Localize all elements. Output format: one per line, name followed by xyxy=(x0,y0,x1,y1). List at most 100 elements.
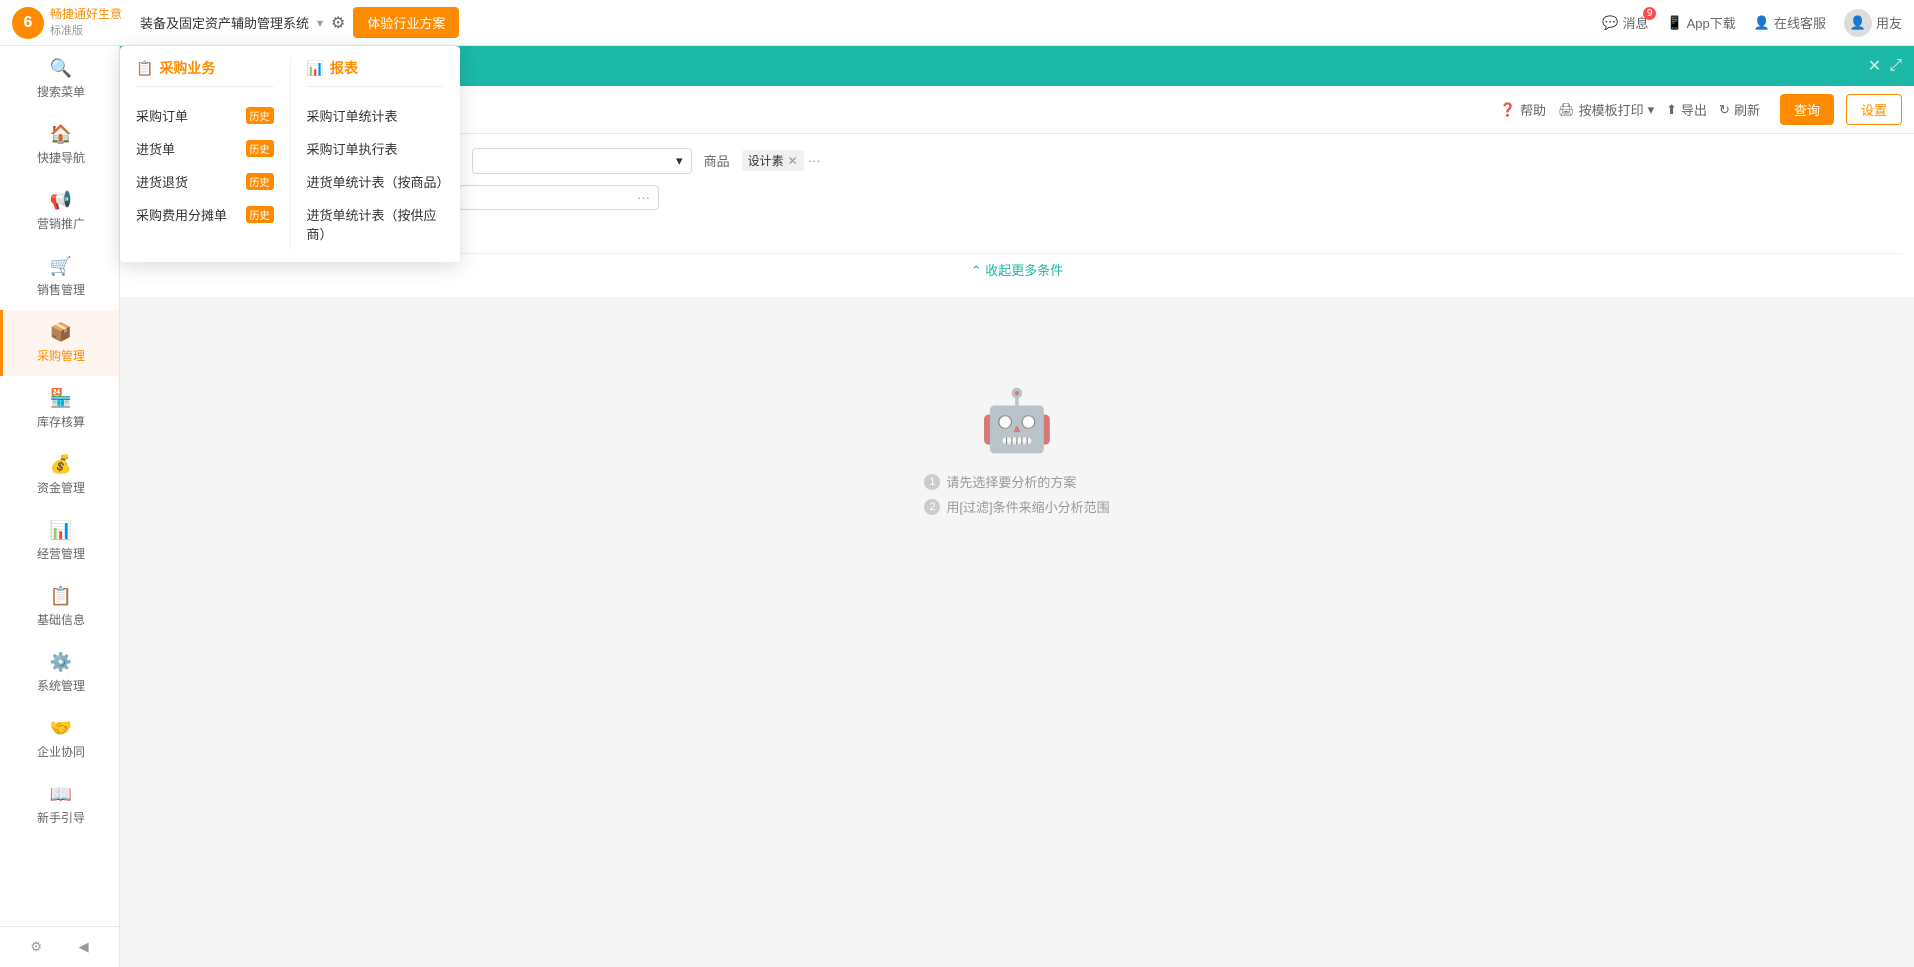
sidebar-item-label: 快捷导航 xyxy=(37,149,85,166)
tip-num-2: 2 xyxy=(924,499,940,515)
sidebar-item-purchase[interactable]: 📦 采购管理 xyxy=(0,310,119,376)
phone-icon: 📱 xyxy=(1666,15,1682,31)
goods-return-history[interactable]: 历史 xyxy=(246,173,274,190)
dropdown-item-purchase-order-exec[interactable]: 采购订单执行表 xyxy=(307,132,445,165)
sidebar-item-label: 营销推广 xyxy=(37,215,85,232)
app-download-label: App下载 xyxy=(1687,13,1736,32)
industry-btn[interactable]: 体验行业方案 xyxy=(353,7,459,38)
goods-receipt-history[interactable]: 历史 xyxy=(246,140,274,157)
help-btn[interactable]: ❓ 帮助 xyxy=(1500,100,1546,119)
basic-info-icon: 📋 xyxy=(50,586,72,607)
logo-sub: 标准版 xyxy=(50,22,122,38)
online-service-label: 在线客服 xyxy=(1774,13,1826,32)
collapse-icon: ⌃ xyxy=(971,263,982,278)
salesperson-select[interactable]: ··· xyxy=(459,185,659,210)
purchase-order-stat-label: 采购订单统计表 xyxy=(307,106,398,125)
empty-tip-1: 1 请先选择要分析的方案 xyxy=(924,472,1109,491)
sidebar-item-label: 搜索菜单 xyxy=(37,83,85,100)
sidebar-item-system[interactable]: ⚙️ 系统管理 xyxy=(0,640,119,706)
product-filter: 设计素 ✕ ··· xyxy=(742,150,821,171)
topbar: 6 畅捷通好生意 标准版 装备及固定资产辅助管理系统 ▾ ⚙ 体验行业方案 💬 … xyxy=(0,0,1914,46)
empty-illustration: 🤖 xyxy=(980,385,1055,456)
purchase-order-exec-label: 采购订单执行表 xyxy=(307,139,398,158)
sidebar-collapse-icon[interactable]: ◀ xyxy=(79,939,89,955)
refresh-icon: ↻ xyxy=(1719,102,1730,118)
sidebar-item-search[interactable]: 🔍 搜索菜单 xyxy=(0,46,119,112)
help-icon: ❓ xyxy=(1500,102,1516,118)
dropdown-item-purchase-order-stat[interactable]: 采购订单统计表 xyxy=(307,99,445,132)
logo-area: 6 畅捷通好生意 标准版 xyxy=(12,7,132,39)
sidebar-item-sales[interactable]: 🛒 销售管理 xyxy=(0,244,119,310)
sidebar-item-finance[interactable]: 💰 资金管理 xyxy=(0,442,119,508)
product-label: 商品 xyxy=(704,151,730,170)
product-tag[interactable]: 设计素 ✕ xyxy=(742,150,804,171)
user-label: 用友 xyxy=(1876,13,1902,32)
help-label: 帮助 xyxy=(1520,100,1546,119)
dropdown-item-purchase-order[interactable]: 采购订单 历史 xyxy=(136,99,274,132)
tip-num-1: 1 xyxy=(924,474,940,490)
user-menu[interactable]: 👤 用友 xyxy=(1844,9,1902,37)
online-service-btn[interactable]: 👤 在线客服 xyxy=(1754,13,1826,32)
system-title: 装备及固定资产辅助管理系统 xyxy=(140,13,309,32)
sidebar-item-operation[interactable]: 📊 经营管理 xyxy=(0,508,119,574)
dropdown-item-goods-return[interactable]: 进货退货 历史 xyxy=(136,165,274,198)
sidebar-settings-icon[interactable]: ⚙ xyxy=(30,939,42,955)
dropdown-item-purchase-expense[interactable]: 采购费用分摊单 历史 xyxy=(136,198,274,231)
tip-text-1: 请先选择要分析的方案 xyxy=(946,472,1076,491)
logo-icon: 6 xyxy=(12,7,44,39)
print-icon: 🖨 xyxy=(1558,102,1575,118)
settings-btn[interactable]: 设置 xyxy=(1846,94,1902,125)
product-tag-close[interactable]: ✕ xyxy=(788,154,798,168)
refresh-btn[interactable]: ↻ 刷新 xyxy=(1719,100,1760,119)
doc-status-select[interactable]: ▾ xyxy=(472,148,692,174)
system-gear-icon[interactable]: ⚙ xyxy=(331,13,345,33)
sidebar-item-marketing[interactable]: 📢 营销推广 xyxy=(0,178,119,244)
purchase-expense-label: 采购费用分摊单 xyxy=(136,205,227,224)
dropdown-item-goods-receipt[interactable]: 进货单 历史 xyxy=(136,132,274,165)
purchase-col-title-text: 采购业务 xyxy=(159,58,215,78)
purchase-order-label: 采购订单 xyxy=(136,106,188,125)
system-area: 装备及固定资产辅助管理系统 ▾ ⚙ xyxy=(140,13,345,33)
goods-receipt-label: 进货单 xyxy=(136,139,175,158)
home-icon: 🏠 xyxy=(50,124,72,145)
goods-return-label: 进货退货 xyxy=(136,172,188,191)
print-btn[interactable]: 🖨 按模板打印 ▾ xyxy=(1558,100,1654,119)
empty-tips: 1 请先选择要分析的方案 2 用[过滤]条件来缩小分析范围 xyxy=(924,472,1109,522)
purchase-col-icon: 📋 xyxy=(136,60,153,77)
salesperson-dots[interactable]: ··· xyxy=(637,190,650,205)
purchase-expense-history[interactable]: 历史 xyxy=(246,206,274,223)
export-btn[interactable]: ⬆ 导出 xyxy=(1666,100,1707,119)
messages-btn[interactable]: 💬 消息 9 xyxy=(1602,13,1648,32)
sidebar-item-guide[interactable]: 📖 新手引导 xyxy=(0,772,119,838)
system-dropdown-icon[interactable]: ▾ xyxy=(317,16,323,30)
refresh-label: 刷新 xyxy=(1734,100,1760,119)
app-download-btn[interactable]: 📱 App下载 xyxy=(1666,13,1735,32)
user-avatar: 👤 xyxy=(1844,9,1872,37)
report-col-icon: 📊 xyxy=(307,60,324,77)
print-dropdown-icon[interactable]: ▾ xyxy=(1648,102,1655,118)
tab-close-all-icon[interactable]: ✕ xyxy=(1868,56,1881,76)
receipt-stat-supplier-label: 进货单统计表（按供应商） xyxy=(307,205,445,243)
purchase-order-history[interactable]: 历史 xyxy=(246,107,274,124)
tab-expand-icon[interactable]: ⤢ xyxy=(1889,57,1902,75)
product-more-dots[interactable]: ··· xyxy=(808,153,821,168)
sidebar-item-basic-info[interactable]: 📋 基础信息 xyxy=(0,574,119,640)
doc-status-dropdown-icon: ▾ xyxy=(676,153,683,169)
query-btn[interactable]: 查询 xyxy=(1780,94,1834,125)
purchase-icon: 📦 xyxy=(50,322,72,343)
product-tag-label: 设计素 xyxy=(748,152,784,169)
dropdown-item-receipt-stat-product[interactable]: 进货单统计表（按商品） xyxy=(307,165,445,198)
sidebar-bottom: ⚙ ◀ xyxy=(0,926,119,967)
report-col: 📊 报表 采购订单统计表 采购订单执行表 进货单统计表（按商品） 进货单统计表（… xyxy=(290,58,461,250)
sidebar-item-quick-nav[interactable]: 🏠 快捷导航 xyxy=(0,112,119,178)
receipt-stat-product-label: 进货单统计表（按商品） xyxy=(307,172,445,191)
sidebar-item-cooperation[interactable]: 🤝 企业协同 xyxy=(0,706,119,772)
dropdown-item-receipt-stat-supplier[interactable]: 进货单统计表（按供应商） xyxy=(307,198,445,250)
message-icon: 💬 xyxy=(1602,15,1618,31)
sidebar-item-label: 基础信息 xyxy=(37,611,85,628)
print-label: 按模板打印 xyxy=(1579,100,1644,119)
sidebar-item-inventory[interactable]: 🏪 库存核算 xyxy=(0,376,119,442)
sidebar-item-label: 库存核算 xyxy=(37,413,85,430)
collapse-text: 收起更多条件 xyxy=(985,263,1063,278)
messages-badge: 9 xyxy=(1643,7,1657,20)
